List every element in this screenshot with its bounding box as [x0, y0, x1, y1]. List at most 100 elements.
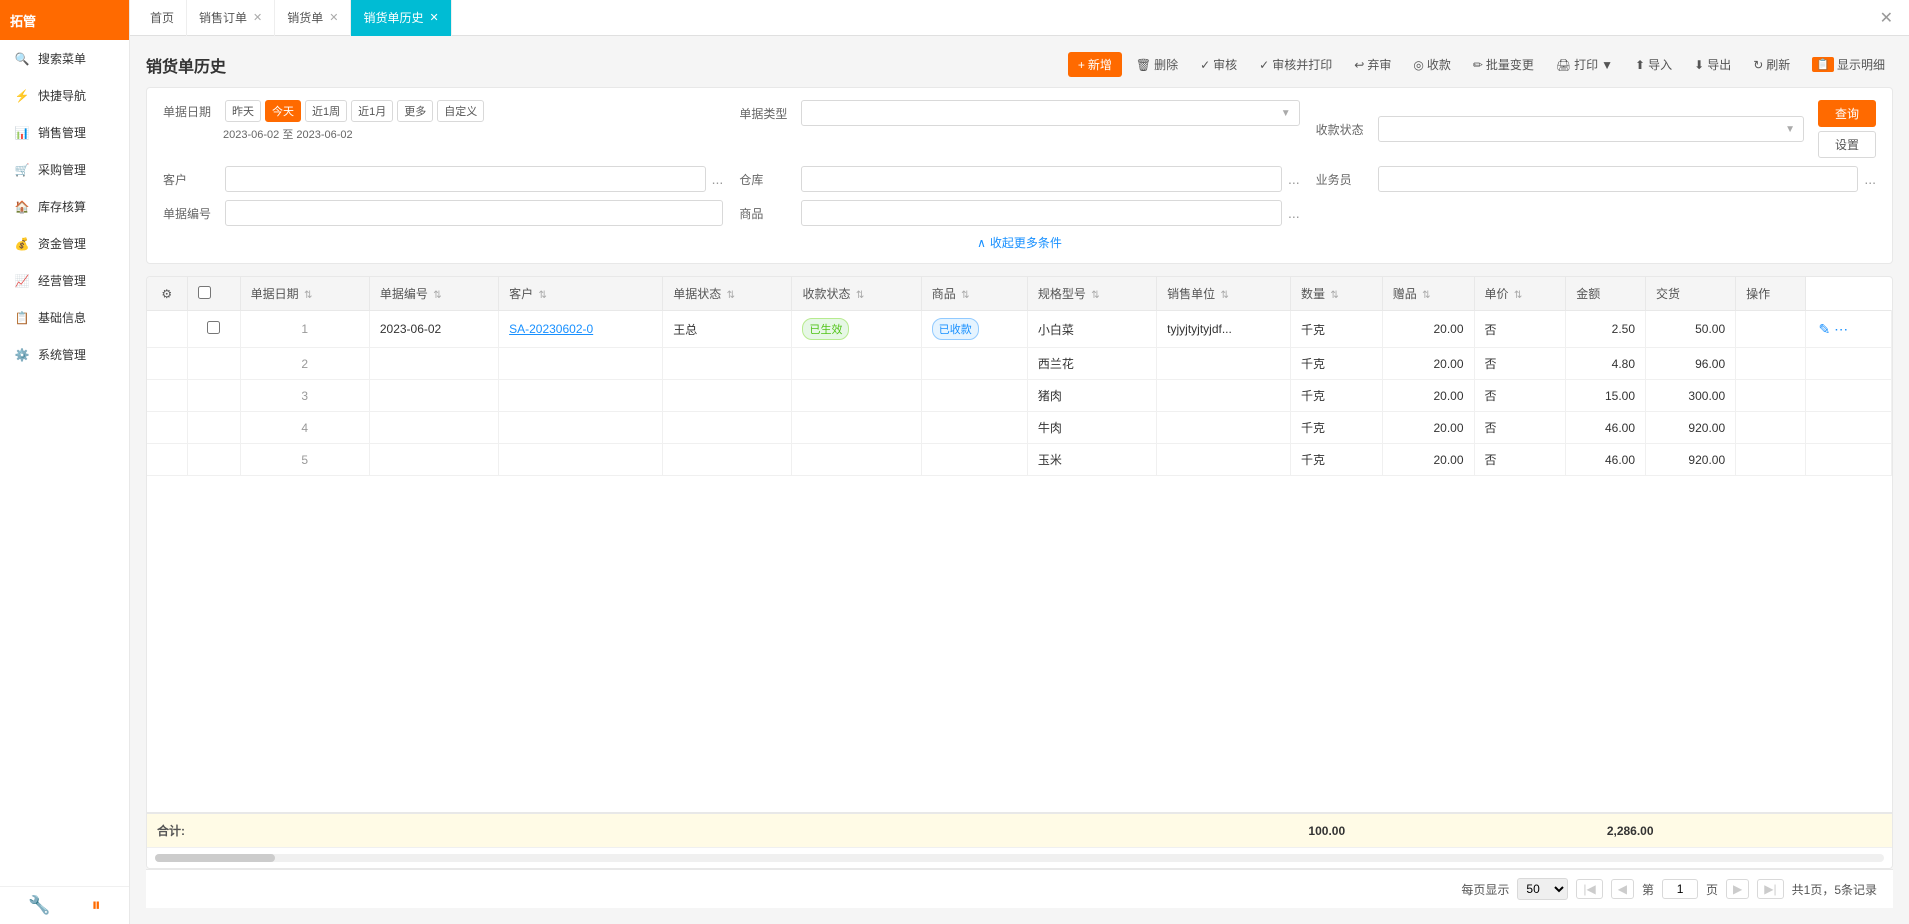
doc-no-sort-icon[interactable]: ⇅ [433, 290, 441, 301]
import-button[interactable]: ⬆ 导入 [1627, 52, 1680, 77]
warehouse-ellipsis[interactable]: ... [1288, 171, 1300, 187]
tab-sales-order-close[interactable]: ✕ [253, 11, 262, 24]
goods-ellipsis[interactable]: ... [1288, 205, 1300, 221]
customer-sort-icon[interactable]: ⇅ [538, 290, 546, 301]
more-date-btn[interactable]: 更多 [397, 100, 433, 122]
abandon-button[interactable]: ↩ 弃审 [1346, 52, 1399, 77]
doc-status-badge: 已生效 [802, 318, 849, 340]
td-settings [147, 380, 187, 412]
more-action-btn[interactable]: ⋯ [1834, 321, 1848, 337]
refresh-button[interactable]: ↻ 刷新 [1745, 52, 1798, 77]
horizontal-scrollbar[interactable] [147, 847, 1892, 868]
filter-settings-button[interactable]: 设置 [1818, 131, 1876, 158]
delete-button[interactable]: 🗑 删除 [1128, 52, 1186, 77]
td-doc-date [369, 412, 498, 444]
td-qty: 20.00 [1382, 380, 1474, 412]
audit-print-button[interactable]: ✓ 审核并打印 [1251, 52, 1340, 77]
row-checkbox[interactable] [207, 321, 220, 334]
warehouse-input[interactable] [801, 166, 1282, 192]
sidebar-item-fund-mgmt[interactable]: 💰 资金管理 [0, 225, 129, 262]
quick-nav-icon: ⚡ [14, 88, 30, 104]
td-payment-status [921, 348, 1027, 380]
sidebar-item-inventory-calc[interactable]: 🏠 库存核算 [0, 188, 129, 225]
today-btn[interactable]: 今天 [265, 100, 301, 122]
td-doc-date [369, 348, 498, 380]
last-page-btn[interactable]: ▶| [1757, 879, 1783, 899]
page-number-input[interactable] [1662, 879, 1698, 899]
customer-ellipsis[interactable]: ... [712, 171, 724, 187]
td-checkbox [187, 380, 240, 412]
sidebar-item-purchase-mgmt[interactable]: 🛒 采购管理 [0, 151, 129, 188]
yesterday-btn[interactable]: 昨天 [225, 100, 261, 122]
select-all-checkbox[interactable] [198, 286, 211, 299]
price-sort-icon[interactable]: ⇅ [1514, 290, 1522, 301]
query-button[interactable]: 查询 [1818, 100, 1876, 127]
sidebar-item-sales-mgmt[interactable]: 📊 销售管理 [0, 114, 129, 151]
td-doc-no [499, 444, 663, 476]
per-page-select[interactable]: 50 20 100 [1517, 878, 1568, 900]
doc-type-select[interactable]: ▼ [801, 100, 1299, 126]
sidebar-pause-btn[interactable]: ⏸ [92, 895, 101, 916]
td-spec [1157, 444, 1291, 476]
sidebar-item-search-menu[interactable]: 🔍 搜索菜单 [0, 40, 129, 77]
th-action: 操作 [1736, 277, 1806, 311]
sidebar-item-label: 系统管理 [38, 346, 86, 363]
doc-no-input[interactable] [225, 200, 723, 226]
first-page-btn[interactable]: |◀ [1576, 879, 1602, 899]
audit-button[interactable]: ✓ 审核 [1192, 52, 1245, 77]
collapse-filter-btn[interactable]: ∧ 收起更多条件 [163, 234, 1876, 251]
last1m-btn[interactable]: 近1月 [351, 100, 393, 122]
staff-ellipsis[interactable]: ... [1864, 171, 1876, 187]
page-header: 销货单历史 + 新增 🗑 删除 ✓ 审核 ✓ 审核并打印 [146, 52, 1893, 77]
doc-no-link[interactable]: SA-20230602-0 [509, 322, 593, 336]
doc-date-sort-icon[interactable]: ⇅ [304, 290, 312, 301]
th-settings[interactable]: ⚙ [147, 277, 187, 311]
collect-button[interactable]: ◎ 收款 [1405, 52, 1459, 77]
sidebar-item-system-mgmt[interactable]: ⚙️ 系统管理 [0, 336, 129, 373]
payment-status-sort-icon[interactable]: ⇅ [856, 290, 864, 301]
page-label: 第 [1642, 881, 1654, 898]
sidebar-item-label: 基础信息 [38, 309, 86, 326]
custom-date-btn[interactable]: 自定义 [437, 100, 484, 122]
sidebar-item-quick-nav[interactable]: ⚡ 快捷导航 [0, 77, 129, 114]
goods-input[interactable] [801, 200, 1282, 226]
doc-status-sort-icon[interactable]: ⇅ [727, 290, 735, 301]
tab-sales-history-close[interactable]: ✕ [430, 11, 439, 24]
sidebar-item-label: 销售管理 [38, 124, 86, 141]
edit-action-btn[interactable]: ✎ [1818, 321, 1830, 337]
spec-sort-icon[interactable]: ⇅ [1091, 290, 1099, 301]
tab-sales-goods-close[interactable]: ✕ [329, 11, 338, 24]
td-gift: 否 [1474, 380, 1566, 412]
customer-input[interactable] [225, 166, 706, 192]
next-page-btn[interactable]: ▶ [1726, 879, 1749, 899]
export-button[interactable]: ⬇ 导出 [1686, 52, 1739, 77]
print-button[interactable]: 🖨 打印 ▼ [1548, 52, 1621, 77]
audit-icon: ✓ [1200, 58, 1210, 72]
doc-type-chevron: ▼ [1281, 108, 1291, 119]
tab-sales-history-label: 销货单历史 [363, 9, 423, 26]
tab-home[interactable]: 首页 [138, 0, 187, 36]
table-row: 1 2023-06-02 SA-20230602-0 王总 已生效 已收款 小白… [147, 311, 1892, 348]
add-button[interactable]: + 新增 [1068, 52, 1122, 77]
batch-change-button[interactable]: ✏ 批量变更 [1465, 52, 1542, 77]
gift-sort-icon[interactable]: ⇅ [1422, 290, 1430, 301]
sidebar-item-business-mgmt[interactable]: 📈 经营管理 [0, 262, 129, 299]
sidebar-settings-btn[interactable]: 🔧 [28, 895, 50, 916]
tab-sales-history[interactable]: 销货单历史 ✕ [351, 0, 451, 36]
last7-btn[interactable]: 近1周 [305, 100, 347, 122]
staff-input[interactable] [1378, 166, 1859, 192]
th-unit: 销售单位 ⇅ [1157, 277, 1291, 311]
qty-sort-icon[interactable]: ⇅ [1330, 290, 1338, 301]
table-footer: 合计: 100.00 2,286.00 [147, 812, 1892, 847]
window-close-btn[interactable]: ✕ [1872, 8, 1901, 28]
tab-sales-goods[interactable]: 销货单 ✕ [275, 0, 351, 36]
unit-sort-icon[interactable]: ⇅ [1221, 290, 1229, 301]
sidebar-item-basic-info[interactable]: 📋 基础信息 [0, 299, 129, 336]
prev-page-btn[interactable]: ◀ [1611, 879, 1634, 899]
td-unit: 千克 [1291, 412, 1383, 444]
goods-sort-icon[interactable]: ⇅ [961, 290, 969, 301]
payment-status-select[interactable]: ▼ [1378, 116, 1804, 142]
td-doc-status [792, 380, 921, 412]
show-detail-button[interactable]: 📋 显示明细 [1804, 52, 1893, 77]
tab-sales-order[interactable]: 销售订单 ✕ [187, 0, 275, 36]
